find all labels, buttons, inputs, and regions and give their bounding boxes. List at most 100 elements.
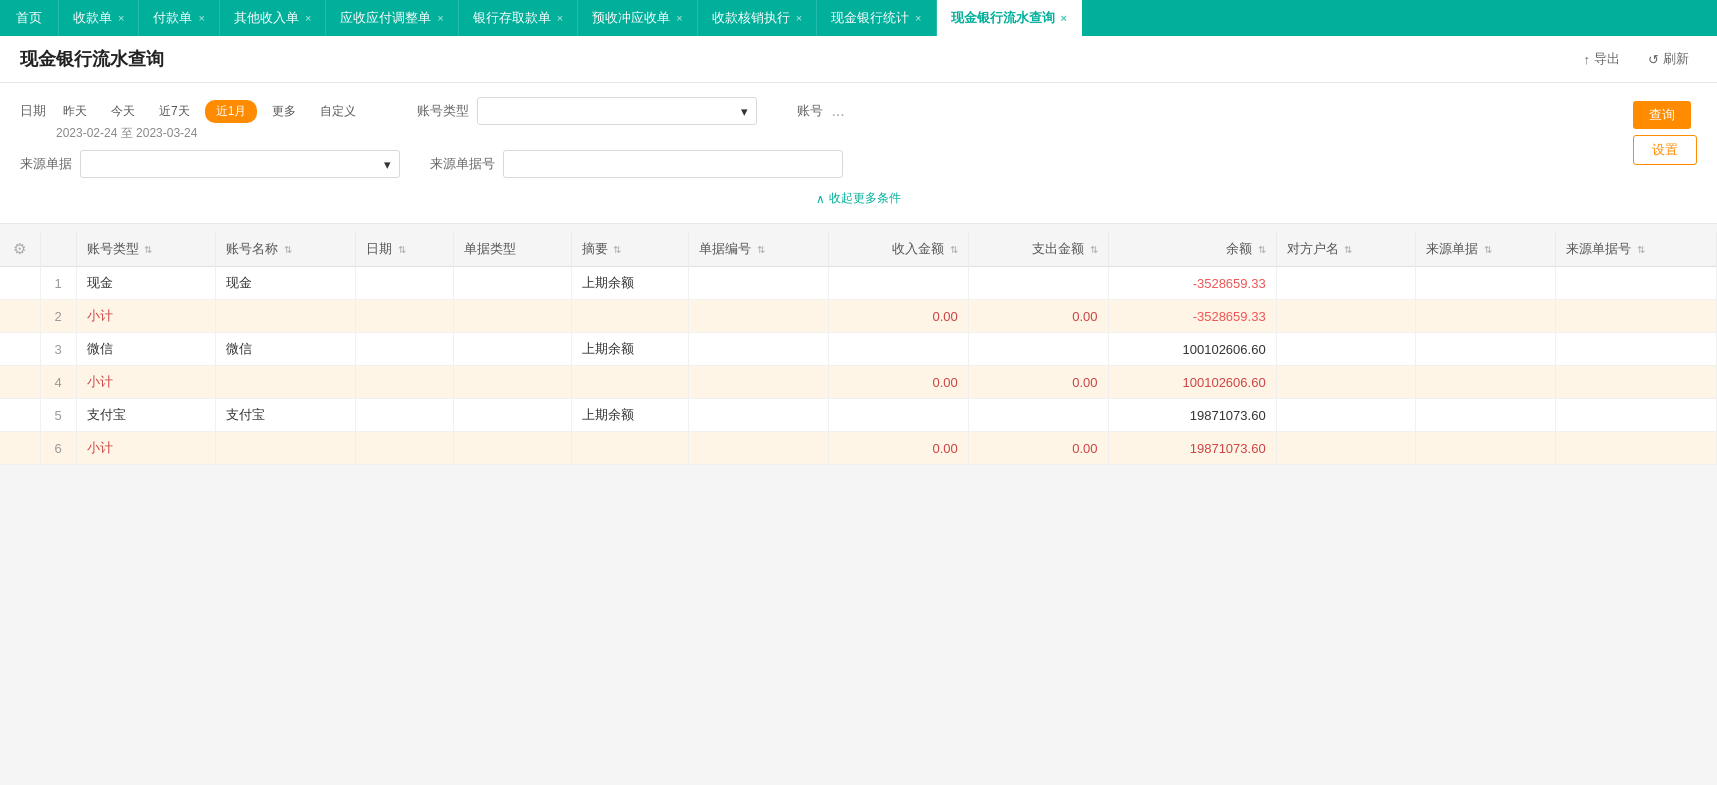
table-row[interactable]: 5支付宝支付宝上期余额19871073.60 <box>0 399 1717 432</box>
table-cell <box>356 267 454 300</box>
gear-icon[interactable]: ⚙ <box>13 240 26 257</box>
table-cell: 0.00 <box>829 366 969 399</box>
close-icon[interactable]: × <box>557 12 563 24</box>
close-icon[interactable]: × <box>796 12 802 24</box>
table-cell <box>356 366 454 399</box>
table-cell <box>689 366 829 399</box>
col-gear-cell <box>0 300 40 333</box>
export-button[interactable]: ↑ 导出 <box>1576 46 1629 72</box>
nav-tab-yushou[interactable]: 预收冲应收单 × <box>578 0 697 36</box>
table-header-row: ⚙ 账号类型 ⇅ 账号名称 ⇅ 日期 ⇅ 单据类型 <box>0 232 1717 267</box>
col-expense[interactable]: 支出金额 ⇅ <box>968 232 1108 267</box>
col-account-name[interactable]: 账号名称 ⇅ <box>216 232 356 267</box>
table-cell <box>689 399 829 432</box>
date-btn-today[interactable]: 今天 <box>102 100 144 123</box>
more-dots[interactable]: ... <box>831 102 844 120</box>
table-row[interactable]: 2小计0.000.00-3528659.33 <box>0 300 1717 333</box>
table-cell <box>1276 399 1416 432</box>
table-cell: 支付宝 <box>76 399 216 432</box>
table-cell <box>453 333 571 366</box>
table-cell <box>453 432 571 465</box>
close-icon[interactable]: × <box>437 12 443 24</box>
table-cell <box>689 300 829 333</box>
query-button[interactable]: 查询 <box>1633 101 1691 129</box>
table-row[interactable]: 3微信微信上期余额100102606.60 <box>0 333 1717 366</box>
col-gear-cell <box>0 366 40 399</box>
date-label: 日期 <box>20 102 46 120</box>
refresh-button[interactable]: ↺ 刷新 <box>1640 46 1697 72</box>
collapse-icon: ∧ <box>816 192 825 206</box>
nav-home[interactable]: 首页 <box>0 0 59 36</box>
col-gear[interactable]: ⚙ <box>0 232 40 267</box>
close-icon[interactable]: × <box>198 12 204 24</box>
col-account-type[interactable]: 账号类型 ⇅ <box>76 232 216 267</box>
col-doc-type[interactable]: 单据类型 <box>453 232 571 267</box>
col-counterpart[interactable]: 对方户名 ⇅ <box>1276 232 1416 267</box>
col-doc-no[interactable]: 单据编号 ⇅ <box>689 232 829 267</box>
col-gear-cell <box>0 399 40 432</box>
table-cell <box>571 300 689 333</box>
date-range-display: 2023-02-24 至 2023-03-24 <box>56 126 197 140</box>
nav-tab-yinhangcunqu[interactable]: 银行存取款单 × <box>459 0 578 36</box>
date-btn-more[interactable]: 更多 <box>263 100 305 123</box>
col-source-doc[interactable]: 来源单据 ⇅ <box>1416 232 1556 267</box>
source-doc-select[interactable]: ▾ <box>80 150 400 178</box>
table-row[interactable]: 4小计0.000.00100102606.60 <box>0 366 1717 399</box>
close-icon[interactable]: × <box>305 12 311 24</box>
close-icon[interactable]: × <box>676 12 682 24</box>
close-icon[interactable]: × <box>118 12 124 24</box>
table-cell <box>1556 399 1717 432</box>
table-cell <box>689 333 829 366</box>
nav-tab-xianjinyinhang[interactable]: 现金银行统计 × <box>817 0 936 36</box>
nav-tab-yingshouyingfu[interactable]: 应收应付调整单 × <box>326 0 458 36</box>
table-cell <box>1556 432 1717 465</box>
table-cell: 上期余额 <box>571 267 689 300</box>
table-cell <box>1416 267 1556 300</box>
table-cell <box>968 267 1108 300</box>
table-cell: 小计 <box>76 432 216 465</box>
nav-tab-fukuandan[interactable]: 付款单 × <box>139 0 219 36</box>
nav-tab-shoukuandan[interactable]: 收款单 × <box>59 0 139 36</box>
table-cell: 小计 <box>76 300 216 333</box>
page-header: 现金银行流水查询 ↑ 导出 ↺ 刷新 <box>0 36 1717 83</box>
table-cell <box>1556 267 1717 300</box>
table-cell <box>1416 333 1556 366</box>
table-cell: 支付宝 <box>216 399 356 432</box>
sort-icon: ⇅ <box>1484 244 1492 255</box>
col-date[interactable]: 日期 ⇅ <box>356 232 454 267</box>
table-cell: 现金 <box>76 267 216 300</box>
nav-tab-qitashouruda[interactable]: 其他收入单 × <box>220 0 326 36</box>
table-row[interactable]: 6小计0.000.0019871073.60 <box>0 432 1717 465</box>
col-balance[interactable]: 余额 ⇅ <box>1108 232 1276 267</box>
filter-area: 日期 昨天 今天 近7天 近1月 更多 自定义 账号类型 ▾ 账号 ... <box>0 83 1717 224</box>
table-row[interactable]: 1现金现金上期余额-3528659.33 <box>0 267 1717 300</box>
col-summary[interactable]: 摘要 ⇅ <box>571 232 689 267</box>
date-btn-custom[interactable]: 自定义 <box>311 100 365 123</box>
table-wrapper: ⚙ 账号类型 ⇅ 账号名称 ⇅ 日期 ⇅ 单据类型 <box>0 232 1717 465</box>
date-btn-1month[interactable]: 近1月 <box>205 100 258 123</box>
date-btn-yesterday[interactable]: 昨天 <box>54 100 96 123</box>
close-icon[interactable]: × <box>1061 12 1067 24</box>
table-cell: 上期余额 <box>571 399 689 432</box>
sort-icon: ⇅ <box>284 244 292 255</box>
account-type-select[interactable]: ▾ <box>477 97 757 125</box>
col-gear-cell <box>0 333 40 366</box>
close-icon[interactable]: × <box>915 12 921 24</box>
chevron-down-icon: ▾ <box>741 104 748 119</box>
nav-tab-liushui[interactable]: 现金银行流水查询 × <box>937 0 1082 36</box>
table-cell: 0.00 <box>829 432 969 465</box>
settings-button[interactable]: 设置 <box>1633 135 1697 165</box>
table-cell <box>1416 300 1556 333</box>
row-index: 5 <box>40 399 76 432</box>
source-doc-no-input[interactable] <box>503 150 843 178</box>
sort-icon: ⇅ <box>757 244 765 255</box>
table-cell: 上期余额 <box>571 333 689 366</box>
col-source-doc-no[interactable]: 来源单据号 ⇅ <box>1556 232 1717 267</box>
date-btn-7days[interactable]: 近7天 <box>150 100 199 123</box>
collapse-bar[interactable]: ∧ 收起更多条件 <box>20 186 1697 215</box>
nav-tab-shoukuanhexiao[interactable]: 收款核销执行 × <box>698 0 817 36</box>
table-cell: 现金 <box>216 267 356 300</box>
table-cell <box>1276 267 1416 300</box>
table-cell <box>689 267 829 300</box>
col-income[interactable]: 收入金额 ⇅ <box>829 232 969 267</box>
